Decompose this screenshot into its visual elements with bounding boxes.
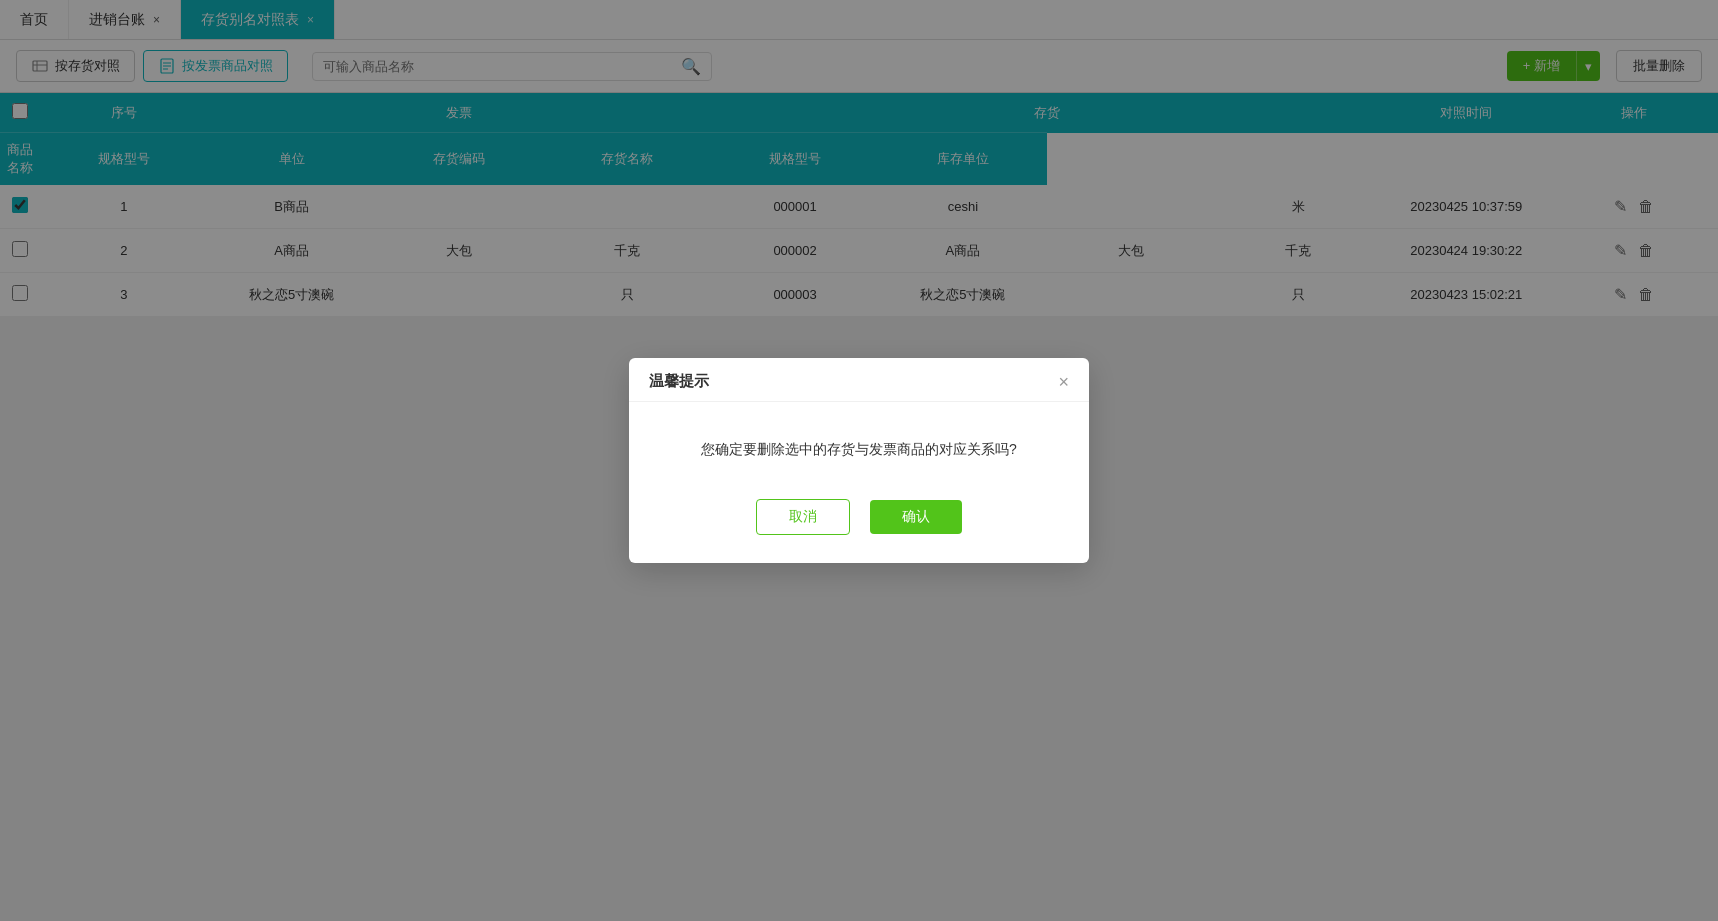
modal-overlay: 温馨提示 × 您确定要删除选中的存货与发票商品的对应关系吗? 取消 确认: [0, 0, 1718, 317]
